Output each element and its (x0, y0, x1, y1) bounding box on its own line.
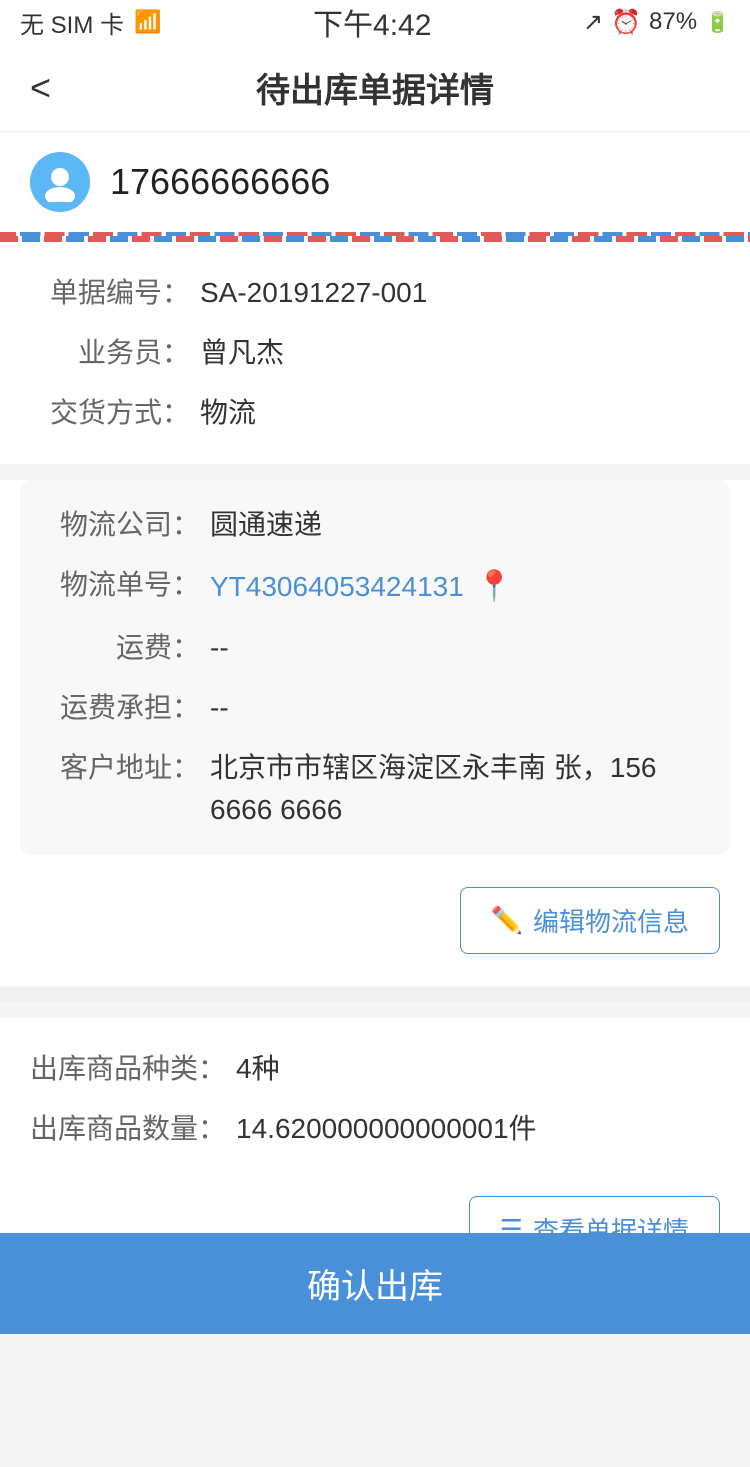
delivery-row: 交货方式： 物流 (30, 392, 720, 434)
map-pin-icon[interactable]: 📍 (476, 564, 513, 609)
order-info-section: 单据编号： SA-20191227-001 业务员： 曾凡杰 交货方式： 物流 (0, 242, 750, 464)
edit-icon: ✏️ (491, 905, 523, 936)
customer-header: 17666666666 (0, 132, 750, 236)
logistics-company-row: 物流公司： 圆通速递 (40, 504, 710, 546)
staff-label: 业务员： (30, 332, 190, 374)
nav-bar: < 待出库单据详情 (0, 44, 750, 132)
section-separator (0, 986, 750, 1002)
logistics-section: 物流公司： 圆通速递 物流单号： YT43064053424131 📍 运费： … (0, 480, 750, 986)
logistics-address-value: 北京市市辖区海淀区永丰南 张，156 6666 6666 (200, 747, 710, 831)
staff-row: 业务员： 曾凡杰 (30, 332, 720, 374)
logistics-freightbear-value: -- (200, 687, 710, 729)
order-number-row: 单据编号： SA-20191227-001 (30, 272, 720, 314)
logistics-card: 物流公司： 圆通速递 物流单号： YT43064053424131 📍 运费： … (20, 480, 730, 855)
logistics-address-row: 客户地址： 北京市市辖区海淀区永丰南 张，156 6666 6666 (40, 747, 710, 831)
goods-types-value: 4种 (226, 1048, 720, 1090)
status-bar: 无 SIM 卡 📶 下午4:42 ↗ ⏰ 87% 🔋 (0, 0, 750, 44)
logistics-tracking-value: YT43064053424131 📍 (200, 564, 710, 609)
confirm-btn-container: 确认出库 (0, 1233, 750, 1334)
goods-quantity-value: 14.620000000000001件 (226, 1108, 720, 1150)
customer-phone: 17666666666 (110, 161, 330, 203)
delivery-value: 物流 (190, 392, 720, 434)
goods-quantity-label: 出库商品数量： (30, 1108, 226, 1150)
logistics-freight-row: 运费： -- (40, 627, 710, 669)
order-number-label: 单据编号： (30, 272, 190, 314)
goods-section: 出库商品种类： 4种 出库商品数量： 14.620000000000001件 (0, 1018, 750, 1180)
confirm-button[interactable]: 确认出库 (0, 1259, 750, 1308)
status-left: 无 SIM 卡 📶 (20, 5, 161, 40)
wifi-icon: 📶 (134, 9, 161, 35)
location-status-icon: ↗ (583, 8, 603, 37)
logistics-address-label: 客户地址： (40, 747, 200, 789)
logistics-freightbear-label: 运费承担： (40, 687, 200, 729)
logistics-tracking-row: 物流单号： YT43064053424131 📍 (40, 564, 710, 609)
battery-icon: 🔋 (705, 10, 730, 35)
logistics-freight-label: 运费： (40, 627, 200, 669)
back-button[interactable]: < (30, 67, 51, 109)
avatar-icon (40, 162, 80, 202)
battery-text: 87% (649, 8, 697, 36)
logistics-freightbear-row: 运费承担： -- (40, 687, 710, 729)
logistics-company-value: 圆通速递 (200, 504, 710, 546)
staff-value: 曾凡杰 (190, 332, 720, 374)
avatar (30, 152, 90, 212)
edit-btn-row: ✏️ 编辑物流信息 (0, 871, 750, 978)
goods-quantity-row: 出库商品数量： 14.620000000000001件 (30, 1108, 720, 1150)
status-right: ↗ ⏰ 87% 🔋 (583, 8, 730, 37)
tracking-number: YT43064053424131 (210, 566, 464, 608)
logistics-tracking-label: 物流单号： (40, 564, 200, 606)
carrier-text: 无 SIM 卡 (20, 5, 124, 40)
edit-logistics-label: 编辑物流信息 (533, 902, 689, 939)
order-number-value: SA-20191227-001 (190, 272, 720, 314)
goods-types-label: 出库商品种类： (30, 1048, 226, 1090)
page-title: 待出库单据详情 (256, 63, 494, 112)
alarm-icon: ⏰ (611, 8, 641, 37)
delivery-label: 交货方式： (30, 392, 190, 434)
logistics-freight-value: -- (200, 627, 710, 669)
logistics-company-label: 物流公司： (40, 504, 200, 546)
edit-logistics-button[interactable]: ✏️ 编辑物流信息 (460, 887, 720, 954)
goods-types-row: 出库商品种类： 4种 (30, 1048, 720, 1090)
status-time: 下午4:42 (313, 0, 431, 44)
